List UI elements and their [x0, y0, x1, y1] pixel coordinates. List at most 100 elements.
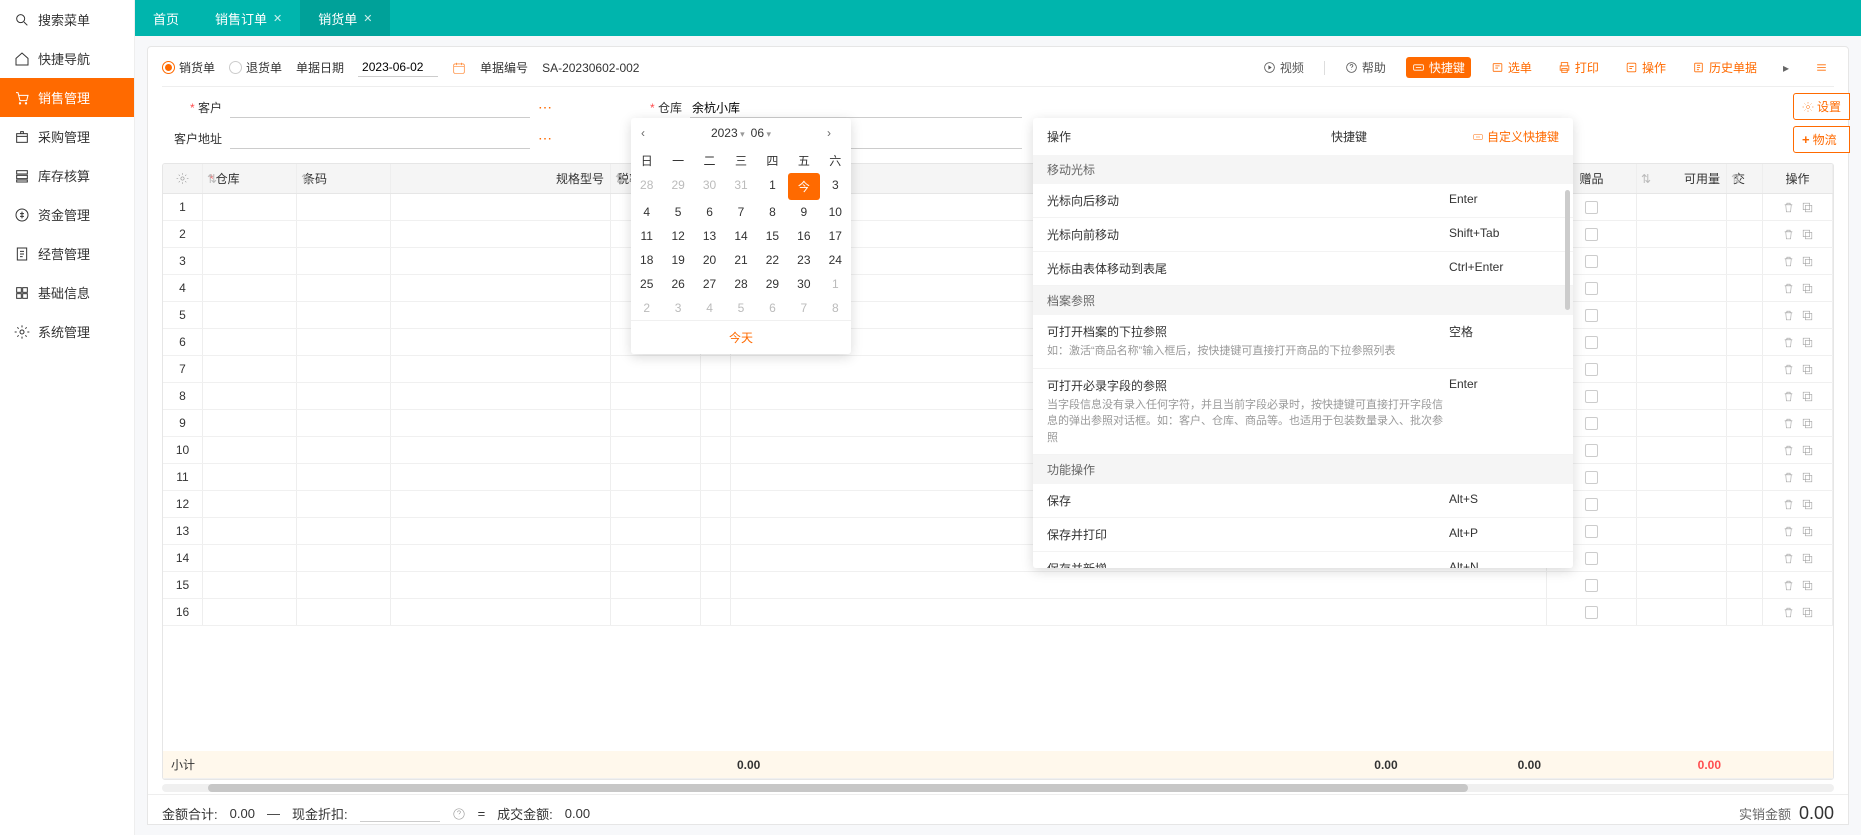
cal-day[interactable]: 3	[662, 296, 693, 320]
cal-day[interactable]: 7	[788, 296, 819, 320]
calendar-icon[interactable]	[452, 61, 466, 75]
cal-day[interactable]: 29	[662, 173, 693, 200]
cal-day[interactable]: 18	[631, 248, 662, 272]
gift-checkbox[interactable]	[1585, 255, 1598, 268]
disc-input[interactable]	[360, 806, 440, 822]
print-action[interactable]: 打印	[1552, 57, 1605, 78]
cal-day[interactable]: 1	[820, 272, 851, 296]
cal-day[interactable]: 20	[694, 248, 725, 272]
cal-day[interactable]: 23	[788, 248, 819, 272]
gift-checkbox[interactable]	[1585, 606, 1598, 619]
cal-day[interactable]: 3	[820, 173, 851, 200]
info-icon[interactable]	[452, 807, 466, 821]
col-spec[interactable]: 规格型号	[391, 164, 611, 193]
list-toggle[interactable]	[1809, 59, 1834, 76]
sidebar-item-2[interactable]: 销售管理	[0, 78, 134, 117]
tab-2[interactable]: 销货单✕	[300, 0, 390, 36]
addr-input[interactable]	[230, 128, 530, 149]
table-row[interactable]: 8	[163, 383, 1833, 410]
cal-day[interactable]: 24	[820, 248, 851, 272]
logistics-button[interactable]: +物流	[1793, 126, 1850, 153]
table-row[interactable]: 4	[163, 275, 1833, 302]
delete-icon[interactable]	[1782, 552, 1795, 565]
copy-icon[interactable]	[1801, 201, 1814, 214]
cal-day[interactable]: 31	[725, 173, 756, 200]
copy-icon[interactable]	[1801, 498, 1814, 511]
delete-icon[interactable]	[1782, 228, 1795, 241]
sidebar-item-6[interactable]: 经营管理	[0, 234, 134, 273]
delete-icon[interactable]	[1782, 282, 1795, 295]
delete-icon[interactable]	[1782, 498, 1795, 511]
cal-year[interactable]: 2023	[711, 126, 745, 140]
copy-icon[interactable]	[1801, 417, 1814, 430]
operate-action[interactable]: 操作	[1619, 57, 1672, 78]
copy-icon[interactable]	[1801, 282, 1814, 295]
cal-day[interactable]: 8	[820, 296, 851, 320]
cal-day[interactable]: 4	[694, 296, 725, 320]
settings-button[interactable]: 设置	[1793, 93, 1850, 120]
gift-checkbox[interactable]	[1585, 201, 1598, 214]
copy-icon[interactable]	[1801, 579, 1814, 592]
cal-day[interactable]: 16	[788, 224, 819, 248]
table-row[interactable]: 1	[163, 194, 1833, 221]
cal-day[interactable]: 5	[725, 296, 756, 320]
copy-icon[interactable]	[1801, 552, 1814, 565]
sidebar-item-8[interactable]: 系统管理	[0, 312, 134, 351]
gift-checkbox[interactable]	[1585, 363, 1598, 376]
cal-day[interactable]: 30	[788, 272, 819, 296]
cal-today[interactable]: 今天	[631, 320, 851, 354]
gift-checkbox[interactable]	[1585, 444, 1598, 457]
close-icon[interactable]: ✕	[363, 12, 372, 25]
cal-day[interactable]: 21	[725, 248, 756, 272]
cal-day[interactable]: 6	[694, 200, 725, 224]
col-warehouse[interactable]: ⇅*仓库	[203, 164, 297, 193]
pick-action[interactable]: 选单	[1485, 57, 1538, 78]
copy-icon[interactable]	[1801, 255, 1814, 268]
warehouse-input[interactable]	[690, 97, 1022, 118]
col-available[interactable]: ⇅可用量	[1637, 164, 1727, 193]
cal-day[interactable]: 11	[631, 224, 662, 248]
date-input[interactable]	[358, 58, 438, 77]
cal-day[interactable]: 今	[788, 173, 819, 200]
cal-day[interactable]: 22	[757, 248, 788, 272]
copy-icon[interactable]	[1801, 390, 1814, 403]
cal-prev[interactable]: ‹	[641, 126, 655, 140]
delete-icon[interactable]	[1782, 417, 1795, 430]
cal-day[interactable]: 13	[694, 224, 725, 248]
table-row[interactable]: 2	[163, 221, 1833, 248]
shortcut-action[interactable]: 快捷键	[1406, 57, 1471, 78]
help-action[interactable]: 帮助	[1339, 57, 1392, 78]
gift-checkbox[interactable]	[1585, 471, 1598, 484]
table-row[interactable]: 16	[163, 599, 1833, 626]
copy-icon[interactable]	[1801, 525, 1814, 538]
radio-return[interactable]: 退货单	[229, 59, 282, 76]
gift-checkbox[interactable]	[1585, 417, 1598, 430]
copy-icon[interactable]	[1801, 444, 1814, 457]
cal-day[interactable]: 28	[725, 272, 756, 296]
cal-day[interactable]: 1	[757, 173, 788, 200]
table-row[interactable]: 10	[163, 437, 1833, 464]
table-row[interactable]: 11	[163, 464, 1833, 491]
table-row[interactable]: 5	[163, 302, 1833, 329]
gift-checkbox[interactable]	[1585, 525, 1598, 538]
gift-checkbox[interactable]	[1585, 390, 1598, 403]
copy-icon[interactable]	[1801, 471, 1814, 484]
sc-scrollbar[interactable]	[1565, 190, 1570, 562]
sidebar-item-4[interactable]: 库存核算	[0, 156, 134, 195]
cal-day[interactable]: 25	[631, 272, 662, 296]
sc-custom[interactable]: 自定义快捷键	[1472, 128, 1559, 145]
gift-checkbox[interactable]	[1585, 336, 1598, 349]
cal-day[interactable]: 6	[757, 296, 788, 320]
delete-icon[interactable]	[1782, 525, 1795, 538]
cal-next[interactable]: ›	[827, 126, 841, 140]
cal-day[interactable]: 8	[757, 200, 788, 224]
customer-more-icon[interactable]: ⋯	[538, 99, 562, 116]
sidebar-item-3[interactable]: 采购管理	[0, 117, 134, 156]
cal-day[interactable]: 10	[820, 200, 851, 224]
col-gear[interactable]	[163, 164, 203, 193]
table-row[interactable]: 14	[163, 545, 1833, 572]
cal-day[interactable]: 29	[757, 272, 788, 296]
delete-icon[interactable]	[1782, 309, 1795, 322]
table-row[interactable]: 7	[163, 356, 1833, 383]
copy-icon[interactable]	[1801, 309, 1814, 322]
